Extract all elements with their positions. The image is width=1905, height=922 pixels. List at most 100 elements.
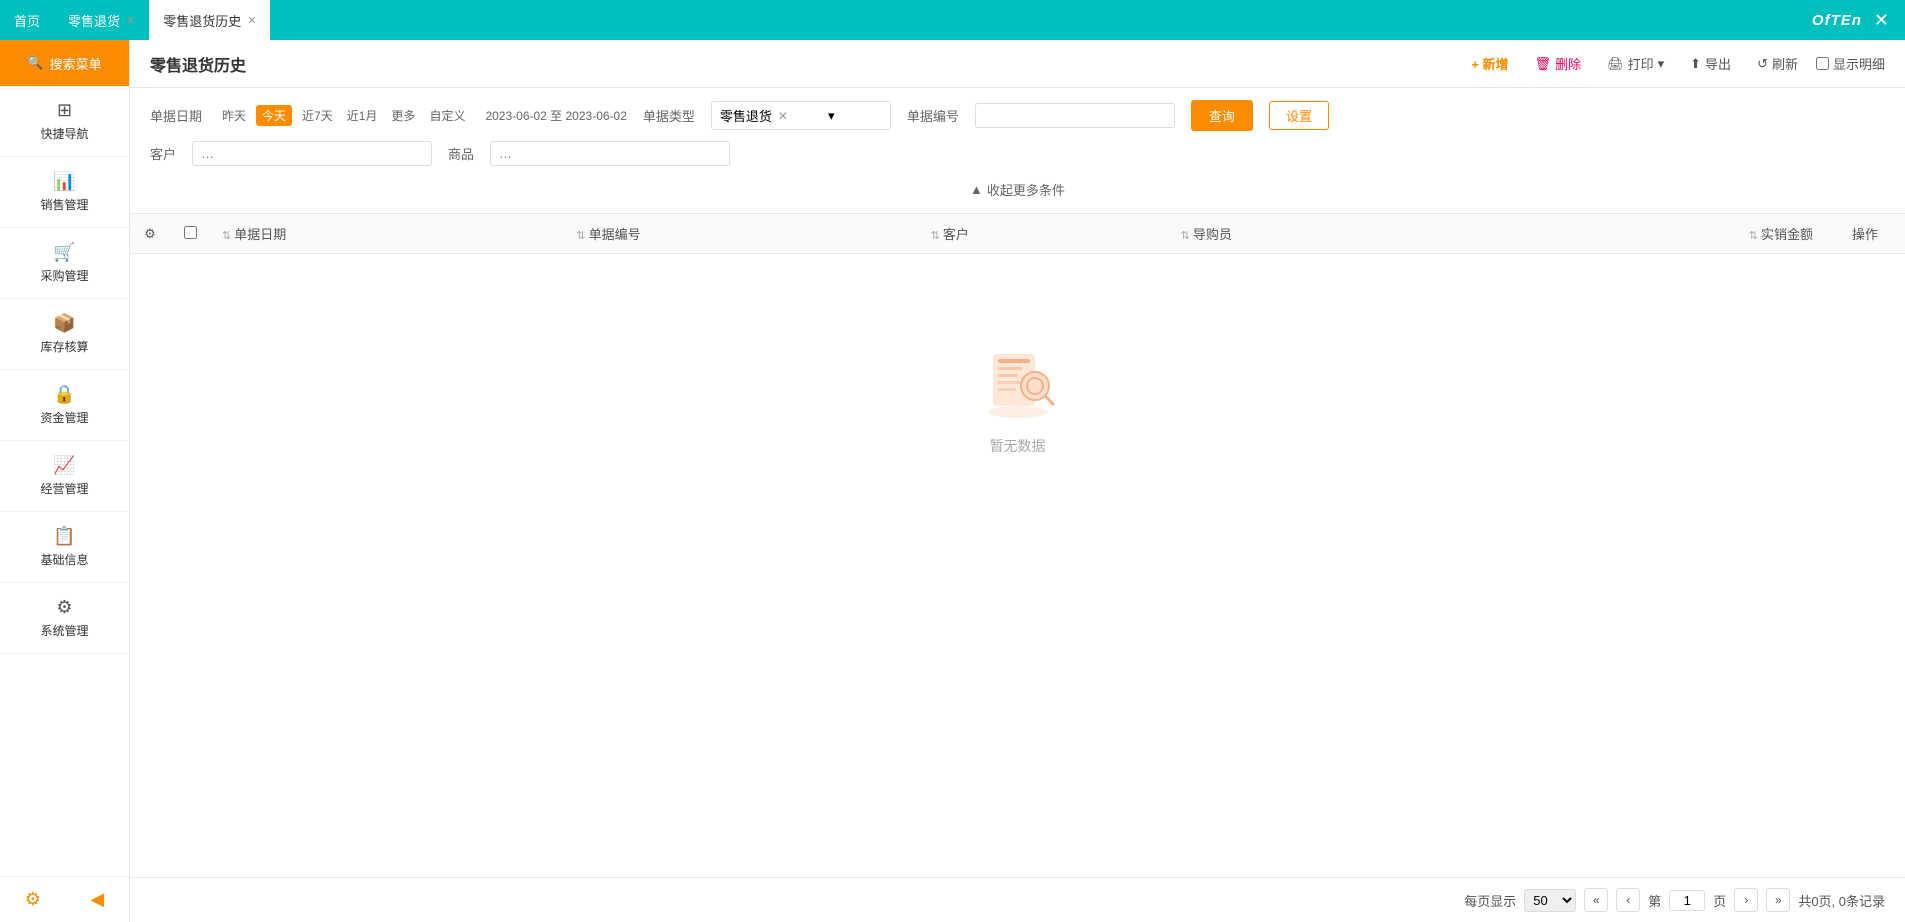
content-area: 零售退货历史 + 新增 🗑 删除 🖨 打印 ▾ ⬆ 导出 ↺ (130, 40, 1905, 922)
date-filter-label: 单据日期 (150, 106, 202, 125)
date-range-display: 2023-06-02 至 2023-06-02 (485, 107, 626, 124)
tab-retail-return[interactable]: 零售退货 ✕ (54, 0, 149, 40)
sidebar-search-label: 搜索菜单 (50, 54, 102, 73)
date-opt-custom[interactable]: 自定义 (425, 106, 469, 125)
empty-text: 暂无数据 (990, 436, 1046, 456)
brand-logo: OfTEn (1812, 12, 1862, 29)
add-button[interactable]: + 新增 (1463, 50, 1516, 77)
prev-page-btn[interactable]: ‹ (1616, 888, 1640, 912)
page-label: 第 (1648, 891, 1661, 910)
voucher-type-select[interactable]: 零售退货 ✕ ▾ (711, 101, 891, 130)
topbar-right: OfTEn ✕ (1812, 10, 1905, 31)
refresh-icon: ↺ (1757, 56, 1768, 72)
th-no[interactable]: 单据编号 (564, 214, 918, 254)
total-text: 共0页, 0条记录 (1798, 891, 1885, 910)
filter-area: 单据日期 昨天 今天 近7天 近1月 更多 自定义 2023-06-02 至 2… (130, 88, 1905, 214)
sidebar-item-operations-label: 经营管理 (40, 480, 88, 497)
sidebar-item-purchase-mgmt[interactable]: 🛒 采购管理 (0, 228, 129, 299)
show-detail-checkbox[interactable]: 显示明细 (1816, 54, 1885, 73)
sidebar-bottom: ⚙ ◀ (0, 876, 129, 922)
delete-button[interactable]: 🗑 删除 (1527, 50, 1590, 77)
show-detail-label: 显示明细 (1833, 54, 1885, 73)
tab-retail-return-history-label: 零售退货历史 (163, 11, 241, 30)
refresh-button[interactable]: ↺ 刷新 (1749, 50, 1806, 77)
goods-label: 商品 (448, 144, 474, 163)
main-layout: 🔍 搜索菜单 ⊞ 快捷导航 📊 销售管理 🛒 采购管理 📦 库存核算 🔒 资金管… (0, 40, 1905, 922)
th-customer[interactable]: 客户 (919, 214, 1169, 254)
date-opt-today[interactable]: 今天 (256, 105, 292, 126)
date-opt-yesterday[interactable]: 昨天 (218, 106, 250, 125)
sidebar-item-system-label: 系统管理 (40, 622, 88, 639)
next-page-btn[interactable]: › (1734, 888, 1758, 912)
first-page-btn[interactable]: « (1584, 888, 1608, 912)
collapse-icon: ▲ (970, 182, 983, 197)
goods-input[interactable] (490, 141, 730, 166)
th-actions: 操作 (1825, 214, 1905, 254)
th-guide[interactable]: 导购员 (1169, 214, 1471, 254)
settings-bottom-icon[interactable]: ⚙ (25, 889, 41, 910)
sidebar-item-basic-info[interactable]: 📋 基础信息 (0, 512, 129, 583)
sidebar-item-sales-mgmt[interactable]: 📊 销售管理 (0, 157, 129, 228)
page-suffix: 页 (1713, 891, 1726, 910)
customer-input[interactable] (192, 141, 432, 166)
table-container: ⚙ 单据日期 单据编号 客户 (130, 214, 1905, 877)
customer-label: 客户 (150, 144, 176, 163)
sidebar-search[interactable]: 🔍 搜索菜单 (0, 40, 129, 86)
query-button[interactable]: 查询 (1191, 100, 1253, 131)
last-page-btn[interactable]: » (1766, 888, 1790, 912)
filter-collapse[interactable]: ▲ 收起更多条件 (150, 176, 1885, 207)
th-checkbox[interactable] (170, 214, 210, 254)
sidebar-item-sales-label: 销售管理 (40, 196, 88, 213)
tab-retail-return-close[interactable]: ✕ (126, 14, 135, 27)
system-icon: ⚙ (56, 597, 72, 618)
sidebar-item-system-mgmt[interactable]: ⚙ 系统管理 (0, 583, 129, 654)
tab-home-label: 首页 (14, 11, 40, 30)
voucher-no-input[interactable] (975, 103, 1175, 128)
sidebar-item-finance[interactable]: 🔒 资金管理 (0, 370, 129, 441)
sidebar-item-inventory-label: 库存核算 (40, 338, 88, 355)
prev-page-icon: ‹ (1626, 893, 1630, 907)
sidebar-item-basic-info-label: 基础信息 (40, 551, 88, 568)
window-close-btn[interactable]: ✕ (1874, 10, 1889, 31)
th-date[interactable]: 单据日期 (210, 214, 564, 254)
voucher-type-label: 单据类型 (643, 106, 695, 125)
settings-button[interactable]: 设置 (1269, 101, 1329, 130)
print-button[interactable]: 🖨 打印 ▾ (1599, 50, 1672, 77)
empty-state: 暂无数据 (130, 254, 1905, 536)
tab-retail-return-history[interactable]: 零售退货历史 ✕ (149, 0, 270, 40)
filter-row-1: 单据日期 昨天 今天 近7天 近1月 更多 自定义 2023-06-02 至 2… (150, 100, 1885, 131)
date-opt-more[interactable]: 更多 (387, 106, 419, 125)
sidebar: 🔍 搜索菜单 ⊞ 快捷导航 📊 销售管理 🛒 采购管理 📦 库存核算 🔒 资金管… (0, 40, 130, 922)
voucher-type-tag: 零售退货 ✕ (720, 106, 788, 125)
empty-illustration (973, 334, 1063, 424)
tab-retail-return-label: 零售退货 (68, 11, 120, 30)
voucher-type-tag-label: 零售退货 (720, 106, 772, 125)
page-input[interactable] (1669, 890, 1705, 911)
search-icon: 🔍 (27, 55, 43, 71)
tab-home[interactable]: 首页 (0, 0, 54, 40)
data-table: ⚙ 单据日期 单据编号 客户 (130, 214, 1905, 536)
date-opt-1month[interactable]: 近1月 (343, 106, 382, 125)
table-head: ⚙ 单据日期 单据编号 客户 (130, 214, 1905, 254)
sidebar-item-inventory[interactable]: 📦 库存核算 (0, 299, 129, 370)
print-label: 打印 (1628, 54, 1654, 73)
th-amount[interactable]: 实销金额 (1471, 214, 1825, 254)
th-no-label: 单据编号 (589, 227, 641, 242)
purchase-icon: 🛒 (53, 242, 75, 263)
sales-icon: 📊 (53, 171, 75, 192)
show-detail-input[interactable] (1816, 57, 1829, 70)
export-button[interactable]: ⬆ 导出 (1682, 50, 1739, 77)
per-page-select[interactable]: 50 20 100 (1524, 889, 1576, 912)
sidebar-item-operations[interactable]: 📈 经营管理 (0, 441, 129, 512)
date-opt-7days[interactable]: 近7天 (298, 106, 337, 125)
last-page-icon: » (1775, 893, 1782, 907)
collapse-sidebar-icon[interactable]: ◀ (90, 889, 104, 910)
tab-retail-return-history-close[interactable]: ✕ (247, 14, 256, 27)
sidebar-item-quick-nav[interactable]: ⊞ 快捷导航 (0, 86, 129, 157)
th-settings[interactable]: ⚙ (130, 214, 170, 254)
refresh-label: 刷新 (1772, 54, 1798, 73)
select-all-checkbox[interactable] (184, 226, 197, 239)
page-header: 零售退货历史 + 新增 🗑 删除 🖨 打印 ▾ ⬆ 导出 ↺ (130, 40, 1905, 88)
per-page-label: 每页显示 (1464, 891, 1516, 910)
voucher-type-tag-close[interactable]: ✕ (778, 109, 788, 123)
